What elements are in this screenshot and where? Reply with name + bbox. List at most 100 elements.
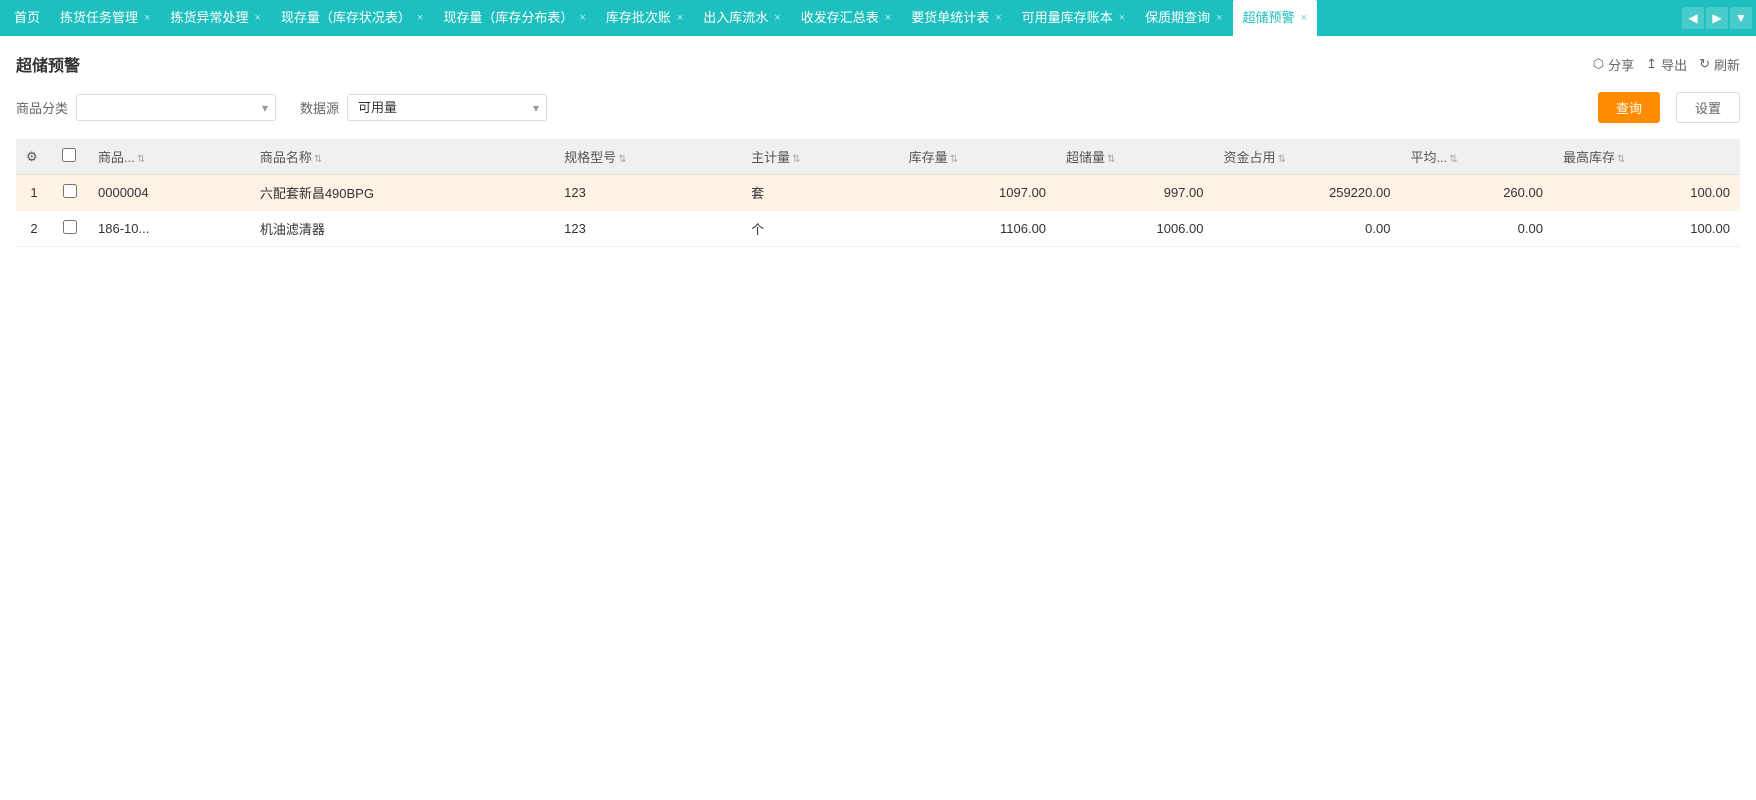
top-navigation: 首页拣货任务管理×拣货异常处理×现存量（库存状况表）×现存量（库存分布表）×库存… [0, 0, 1756, 36]
refresh-button[interactable]: ↻ 刷新 [1699, 55, 1740, 74]
table-row: 2 186-10... 机油滤清器 123 个 1106.00 1006.00 … [16, 211, 1740, 247]
checkbox-col-header [52, 139, 88, 175]
col-max-stock: 最高库存⇅ [1553, 139, 1740, 175]
nav-item-inventory-dist[interactable]: 现存量（库存分布表）× [433, 0, 595, 36]
page-title: 超储预警 [16, 52, 80, 76]
col-over-qty: 超储量⇅ [1056, 139, 1213, 175]
data-table: ⚙ 商品...⇅ 商品名称⇅ 规格型号⇅ 主计量⇅ 库存量⇅ [16, 139, 1740, 247]
cell-over-qty-2: 1006.00 [1056, 211, 1213, 247]
close-tab-icon[interactable]: × [774, 0, 780, 36]
row-checkbox-1[interactable] [52, 175, 88, 211]
nav-item-home[interactable]: 首页 [4, 0, 50, 36]
cell-product-name-1: 六配套新昌490BPG [250, 175, 554, 211]
close-tab-icon[interactable]: × [885, 0, 891, 36]
sort-icon-spec: ⇅ [618, 154, 626, 165]
share-icon: ⬡ [1593, 56, 1604, 72]
datasource-select-wrapper: 可用量 库存量 [347, 94, 547, 121]
cell-capital-2: 0.00 [1213, 211, 1400, 247]
nav-item-shelf-life[interactable]: 保质期查询× [1135, 0, 1232, 36]
cell-stock-qty-1: 1097.00 [899, 175, 1056, 211]
close-tab-icon[interactable]: × [1301, 0, 1307, 36]
col-avg: 平均...⇅ [1400, 139, 1553, 175]
cell-avg-1: 260.00 [1400, 175, 1553, 211]
table-row: 1 0000004 六配套新昌490BPG 123 套 1097.00 997.… [16, 175, 1740, 211]
cell-max-stock-2: 100.00 [1553, 211, 1740, 247]
export-button[interactable]: ↥ 导出 [1646, 55, 1687, 74]
col-capital: 资金占用⇅ [1213, 139, 1400, 175]
row-seq-1: 1 [16, 175, 52, 211]
close-tab-icon[interactable]: × [417, 0, 423, 36]
sort-icon-code: ⇅ [137, 154, 145, 165]
cell-spec-2: 123 [554, 211, 741, 247]
col-unit: 主计量⇅ [741, 139, 898, 175]
category-select[interactable] [76, 94, 276, 121]
table-body: 1 0000004 六配套新昌490BPG 123 套 1097.00 997.… [16, 175, 1740, 247]
category-label: 商品分类 [16, 98, 68, 117]
sort-icon-unit: ⇅ [792, 154, 800, 165]
close-tab-icon[interactable]: × [995, 0, 1001, 36]
filter-row: 商品分类 数据源 可用量 库存量 查询 设置 [16, 92, 1740, 123]
nav-item-exception-proc[interactable]: 拣货异常处理× [160, 0, 270, 36]
cell-unit-1: 套 [741, 175, 898, 211]
nav-item-order-stat[interactable]: 要货单统计表× [901, 0, 1011, 36]
settings-gear-icon[interactable]: ⚙ [26, 149, 38, 164]
col-stock-qty: 库存量⇅ [899, 139, 1056, 175]
row-select-checkbox-2[interactable] [63, 220, 77, 234]
sort-icon-capital: ⇅ [1278, 154, 1286, 165]
cell-avg-2: 0.00 [1400, 211, 1553, 247]
nav-prev-button[interactable]: ◀ [1682, 7, 1704, 29]
select-all-checkbox[interactable] [62, 148, 76, 162]
page-content: 超储预警 ⬡ 分享 ↥ 导出 ↻ 刷新 商品分类 [0, 36, 1756, 800]
cell-capital-1: 259220.00 [1213, 175, 1400, 211]
datasource-label: 数据源 [300, 98, 339, 117]
page-header: 超储预警 ⬡ 分享 ↥ 导出 ↻ 刷新 [16, 52, 1740, 76]
share-button[interactable]: ⬡ 分享 [1593, 55, 1634, 74]
refresh-icon: ↻ [1699, 56, 1710, 72]
nav-arrows: ◀ ▶ ▼ [1682, 7, 1752, 29]
sort-icon-avg: ⇅ [1449, 154, 1457, 165]
row-checkbox-2[interactable] [52, 211, 88, 247]
filter-actions: 查询 设置 [1598, 92, 1740, 123]
nav-item-inventory-status[interactable]: 现存量（库存状况表）× [271, 0, 433, 36]
close-tab-icon[interactable]: × [1216, 0, 1222, 36]
nav-more-button[interactable]: ▼ [1730, 7, 1752, 29]
close-tab-icon[interactable]: × [677, 0, 683, 36]
cell-over-qty-1: 997.00 [1056, 175, 1213, 211]
cell-spec-1: 123 [554, 175, 741, 211]
close-tab-icon[interactable]: × [1119, 0, 1125, 36]
row-select-checkbox-1[interactable] [63, 184, 77, 198]
close-tab-icon[interactable]: × [579, 0, 585, 36]
header-actions: ⬡ 分享 ↥ 导出 ↻ 刷新 [1593, 55, 1740, 74]
nav-item-overstock-warning[interactable]: 超储预警× [1233, 0, 1317, 36]
nav-item-inout-flow[interactable]: 出入库流水× [693, 0, 790, 36]
nav-next-button[interactable]: ▶ [1706, 7, 1728, 29]
query-button[interactable]: 查询 [1598, 92, 1660, 123]
export-icon: ↥ [1646, 56, 1657, 72]
cell-product-code-1: 0000004 [88, 175, 250, 211]
nav-item-available-account[interactable]: 可用量库存账本× [1012, 0, 1135, 36]
col-spec: 规格型号⇅ [554, 139, 741, 175]
nav-item-batch-account[interactable]: 库存批次账× [596, 0, 693, 36]
sort-icon-over: ⇅ [1107, 154, 1115, 165]
col-product-code: 商品...⇅ [88, 139, 250, 175]
sort-icon-max: ⇅ [1617, 154, 1625, 165]
category-filter: 商品分类 [16, 94, 276, 121]
cell-product-name-2: 机油滤清器 [250, 211, 554, 247]
sort-icon-name: ⇅ [314, 154, 322, 165]
close-tab-icon[interactable]: × [144, 0, 150, 36]
sort-icon-stock: ⇅ [950, 154, 958, 165]
cell-product-code-2: 186-10... [88, 211, 250, 247]
cell-stock-qty-2: 1106.00 [899, 211, 1056, 247]
nav-item-recv-send-summary[interactable]: 收发存汇总表× [791, 0, 901, 36]
row-seq-2: 2 [16, 211, 52, 247]
nav-item-task-mgmt[interactable]: 拣货任务管理× [50, 0, 160, 36]
table-header: ⚙ 商品...⇅ 商品名称⇅ 规格型号⇅ 主计量⇅ 库存量⇅ [16, 139, 1740, 175]
datasource-filter: 数据源 可用量 库存量 [300, 94, 547, 121]
col-product-name: 商品名称⇅ [250, 139, 554, 175]
datasource-select[interactable]: 可用量 库存量 [347, 94, 547, 121]
settings-button[interactable]: 设置 [1676, 92, 1740, 123]
gear-col-header: ⚙ [16, 139, 52, 175]
close-tab-icon[interactable]: × [254, 0, 260, 36]
cell-unit-2: 个 [741, 211, 898, 247]
category-select-wrapper [76, 94, 276, 121]
